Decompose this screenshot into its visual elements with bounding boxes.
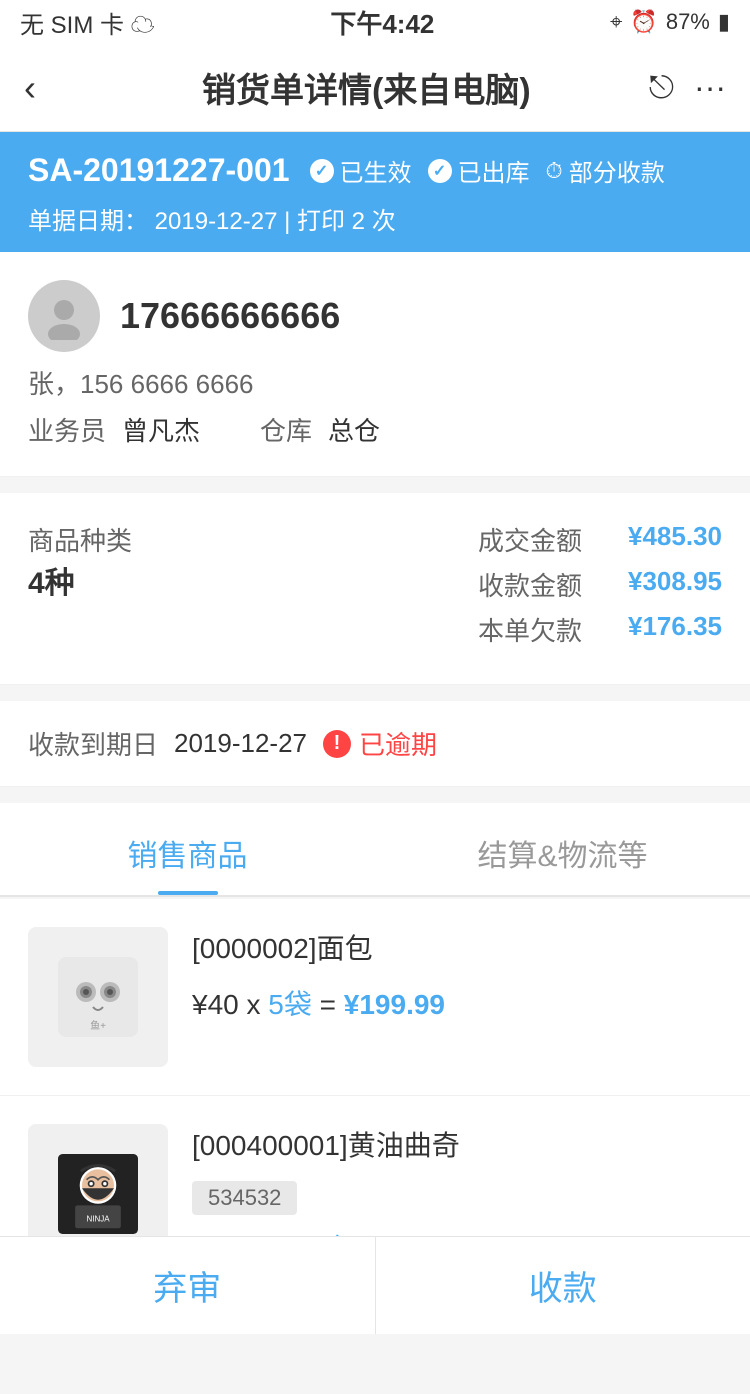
customer-meta: 业务员 曾凡杰 仓库 总仓 <box>28 411 722 448</box>
date-label: 单据日期： <box>28 208 148 235</box>
salesperson-item: 业务员 曾凡杰 <box>28 411 200 448</box>
bottom-bar: 弃审 收款 <box>0 1236 750 1334</box>
order-date: 2019-12-27 <box>155 208 278 235</box>
print-info: | 打印 2 次 <box>284 208 396 235</box>
warehouse-label: 仓库 <box>260 411 312 448</box>
more-icon[interactable]: ··· <box>694 69 726 106</box>
status-effective-label: 已生效 <box>340 153 412 188</box>
price-qty-1: 5袋 <box>268 989 312 1020</box>
confirm-button[interactable]: 收款 <box>376 1237 750 1334</box>
product-price-1: ¥40 x 5袋 = ¥199.99 <box>192 983 722 1023</box>
customer-detail: 张，156 6666 6666 <box>28 364 722 401</box>
deal-amount-label: 成交金额 <box>478 521 582 558</box>
nav-bar: ‹ 销货单详情(来自电脑) ⎋ ··· <box>0 44 750 132</box>
product-type-value: 4种 <box>28 558 132 602</box>
check-effective-icon: ✓ <box>310 159 334 183</box>
clock-icon: ⏱ <box>546 158 563 184</box>
sim-status: 无 SIM 卡 ☁ <box>20 5 155 40</box>
cancel-button[interactable]: 弃审 <box>0 1237 376 1334</box>
page-title: 销货单详情(来自电脑) <box>84 63 649 112</box>
status-tag-partial: ⏱ 部分收款 <box>546 153 665 188</box>
status-left: 无 SIM 卡 ☁ <box>20 5 155 40</box>
product-item: 鱼+ [0000002]面包 ¥40 x 5袋 = ¥199.99 <box>0 899 750 1096</box>
tabs-section: 销售商品 结算&物流等 <box>0 803 750 897</box>
check-shipped-icon: ✓ <box>428 159 452 183</box>
product-thumb-1: 鱼+ <box>28 927 168 1067</box>
status-tag-effective: ✓ 已生效 <box>310 153 412 188</box>
stats-right: 成交金额 ¥485.30 收款金额 ¥308.95 本单欠款 ¥176.35 <box>478 521 722 656</box>
status-right: ⌖ ⏰ 87% ▮ <box>610 9 730 35</box>
price-base-1: ¥40 <box>192 989 239 1020</box>
product-name-2: [000400001]黄油曲奇 <box>192 1124 722 1164</box>
battery-level: 87% <box>666 9 710 35</box>
product-type-label: 商品种类 <box>28 521 132 558</box>
status-bar: 无 SIM 卡 ☁ 下午4:42 ⌖ ⏰ 87% ▮ <box>0 0 750 44</box>
due-label: 收款到期日 <box>28 725 158 762</box>
tab-settlement[interactable]: 结算&物流等 <box>375 803 750 895</box>
warehouse-item: 仓库 总仓 <box>260 411 380 448</box>
price-total-1: ¥199.99 <box>344 989 445 1020</box>
price-eq-1: = <box>320 989 344 1020</box>
share-icon[interactable]: ⎋ <box>649 69 674 107</box>
overdue-badge: ! 已逾期 <box>323 725 437 762</box>
order-header-top: SA-20191227-001 ✓ 已生效 ✓ 已出库 ⏱ 部分收款 <box>28 152 722 189</box>
nav-actions: ⎋ ··· <box>649 69 726 107</box>
stats-section: 商品种类 4种 成交金额 ¥485.30 收款金额 ¥308.95 本单欠款 ¥… <box>0 493 750 685</box>
warehouse-value: 总仓 <box>328 411 380 448</box>
back-button[interactable]: ‹ <box>24 67 84 109</box>
price-x-1: x <box>247 989 269 1020</box>
order-date-line: 单据日期： 2019-12-27 | 打印 2 次 <box>28 201 722 236</box>
customer-name: 17666666666 <box>120 295 340 337</box>
customer-section: 17666666666 张，156 6666 6666 业务员 曾凡杰 仓库 总… <box>0 252 750 477</box>
customer-row: 17666666666 <box>28 280 722 352</box>
status-tags: ✓ 已生效 ✓ 已出库 ⏱ 部分收款 <box>310 153 665 188</box>
stats-row: 商品种类 4种 成交金额 ¥485.30 收款金额 ¥308.95 本单欠款 ¥… <box>28 521 722 656</box>
status-partial-label: 部分收款 <box>569 153 665 188</box>
debt-item: 本单欠款 ¥176.35 <box>478 611 722 648</box>
product-badge-2: 534532 <box>192 1181 297 1215</box>
received-item: 收款金额 ¥308.95 <box>478 566 722 603</box>
deal-amount-value: ¥485.30 <box>602 521 722 558</box>
due-date: 2019-12-27 <box>174 728 307 759</box>
status-time: 下午4:42 <box>330 4 434 41</box>
status-shipped-label: 已出库 <box>458 153 530 188</box>
status-tag-shipped: ✓ 已出库 <box>428 153 530 188</box>
debt-value: ¥176.35 <box>602 611 722 648</box>
salesperson-label: 业务员 <box>28 411 106 448</box>
order-id: SA-20191227-001 <box>28 152 290 189</box>
location-icon: ⌖ <box>610 9 622 35</box>
avatar <box>28 280 100 352</box>
salesperson-value: 曾凡杰 <box>122 411 200 448</box>
stats-left: 商品种类 4种 <box>28 521 132 602</box>
svg-text:NINJA: NINJA <box>86 1214 110 1223</box>
debt-label: 本单欠款 <box>478 611 582 648</box>
deal-amount-item: 成交金额 ¥485.30 <box>478 521 722 558</box>
battery-icon: ▮ <box>718 9 730 35</box>
overdue-icon: ! <box>323 730 351 758</box>
product-info-1: [0000002]面包 ¥40 x 5袋 = ¥199.99 <box>192 927 722 1067</box>
tab-sales-products[interactable]: 销售商品 <box>0 803 375 895</box>
received-label: 收款金额 <box>478 566 582 603</box>
product-name-1: [0000002]面包 <box>192 927 722 967</box>
order-header: SA-20191227-001 ✓ 已生效 ✓ 已出库 ⏱ 部分收款 单据日期：… <box>0 132 750 252</box>
alarm-icon: ⏰ <box>630 9 657 35</box>
svg-text:鱼+: 鱼+ <box>90 1019 106 1032</box>
overdue-label: 已逾期 <box>359 725 437 762</box>
due-section: 收款到期日 2019-12-27 ! 已逾期 <box>0 701 750 787</box>
received-value: ¥308.95 <box>602 566 722 603</box>
